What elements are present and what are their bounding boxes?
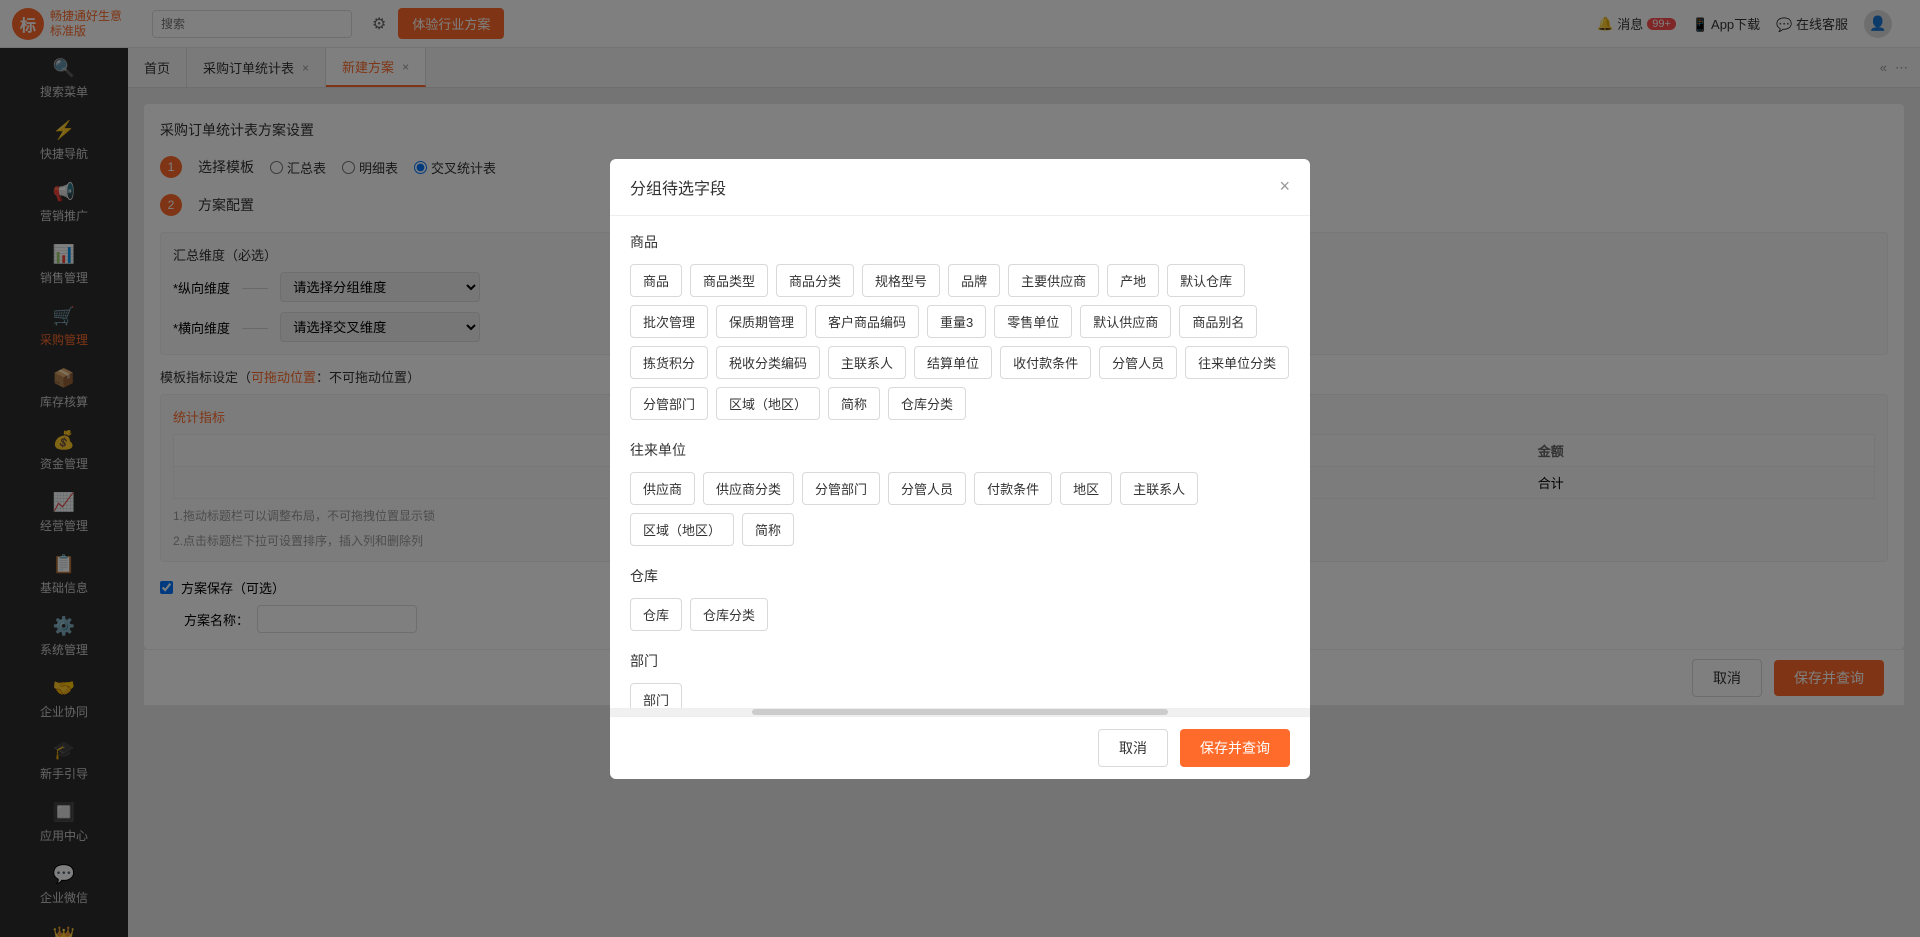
field-tag-goods-25[interactable]: 仓库分类 bbox=[888, 387, 966, 420]
modal-overlay[interactable]: 分组待选字段 × 商品 商品 商品类型 商品分类 规格型号 品牌 主要供应商 产… bbox=[0, 0, 1920, 937]
field-tag-warehouse-0[interactable]: 仓库 bbox=[630, 598, 682, 631]
field-tag-goods-17[interactable]: 主联系人 bbox=[828, 346, 906, 379]
field-tag-goods-5[interactable]: 主要供应商 bbox=[1008, 264, 1099, 297]
field-tag-partner-8[interactable]: 简称 bbox=[742, 513, 794, 546]
field-group-goods-title: 商品 bbox=[630, 232, 1290, 252]
field-tag-goods-2[interactable]: 商品分类 bbox=[776, 264, 854, 297]
field-tag-warehouse-1[interactable]: 仓库分类 bbox=[690, 598, 768, 631]
modal-scrollbar-h[interactable] bbox=[610, 708, 1310, 716]
modal-footer: 取消 保存并查询 bbox=[610, 716, 1310, 779]
modal-title: 分组待选字段 bbox=[630, 175, 726, 199]
field-tag-goods-3[interactable]: 规格型号 bbox=[862, 264, 940, 297]
field-tag-goods-9[interactable]: 保质期管理 bbox=[716, 305, 807, 338]
field-group-partner-title: 往来单位 bbox=[630, 440, 1290, 460]
field-tag-goods-19[interactable]: 收付款条件 bbox=[1000, 346, 1091, 379]
field-tags-dept: 部门 bbox=[630, 683, 1290, 708]
field-tags-partner: 供应商 供应商分类 分管部门 分管人员 付款条件 地区 主联系人 区域（地区） … bbox=[630, 472, 1290, 546]
field-tag-goods-13[interactable]: 默认供应商 bbox=[1080, 305, 1171, 338]
field-tags-goods: 商品 商品类型 商品分类 规格型号 品牌 主要供应商 产地 默认仓库 批次管理 … bbox=[630, 264, 1290, 420]
field-tag-goods-18[interactable]: 结算单位 bbox=[914, 346, 992, 379]
field-tag-goods-11[interactable]: 重量3 bbox=[927, 305, 986, 338]
field-group-warehouse-title: 仓库 bbox=[630, 566, 1290, 586]
field-tag-goods-12[interactable]: 零售单位 bbox=[994, 305, 1072, 338]
field-tag-goods-8[interactable]: 批次管理 bbox=[630, 305, 708, 338]
field-tag-goods-21[interactable]: 往来单位分类 bbox=[1185, 346, 1289, 379]
field-tag-partner-3[interactable]: 分管人员 bbox=[888, 472, 966, 505]
field-tag-dept-0[interactable]: 部门 bbox=[630, 683, 682, 708]
field-tag-partner-0[interactable]: 供应商 bbox=[630, 472, 695, 505]
modal: 分组待选字段 × 商品 商品 商品类型 商品分类 规格型号 品牌 主要供应商 产… bbox=[610, 159, 1310, 779]
field-tag-goods-24[interactable]: 简称 bbox=[828, 387, 880, 420]
field-tag-goods-4[interactable]: 品牌 bbox=[948, 264, 1000, 297]
field-tag-partner-2[interactable]: 分管部门 bbox=[802, 472, 880, 505]
field-tag-partner-4[interactable]: 付款条件 bbox=[974, 472, 1052, 505]
field-tag-partner-5[interactable]: 地区 bbox=[1060, 472, 1112, 505]
field-tag-goods-15[interactable]: 拣货积分 bbox=[630, 346, 708, 379]
modal-close-button[interactable]: × bbox=[1279, 176, 1290, 197]
field-tag-goods-20[interactable]: 分管人员 bbox=[1099, 346, 1177, 379]
field-group-dept: 部门 部门 bbox=[630, 651, 1290, 708]
field-tag-goods-0[interactable]: 商品 bbox=[630, 264, 682, 297]
field-group-partner: 往来单位 供应商 供应商分类 分管部门 分管人员 付款条件 地区 主联系人 区域… bbox=[630, 440, 1290, 546]
field-tag-goods-10[interactable]: 客户商品编码 bbox=[815, 305, 919, 338]
field-tag-partner-7[interactable]: 区域（地区） bbox=[630, 513, 734, 546]
field-tag-goods-16[interactable]: 税收分类编码 bbox=[716, 346, 820, 379]
modal-cancel-button[interactable]: 取消 bbox=[1098, 729, 1168, 767]
field-tag-partner-1[interactable]: 供应商分类 bbox=[703, 472, 794, 505]
modal-save-button[interactable]: 保存并查询 bbox=[1180, 729, 1290, 767]
field-group-warehouse: 仓库 仓库 仓库分类 bbox=[630, 566, 1290, 631]
modal-header: 分组待选字段 × bbox=[610, 159, 1310, 216]
field-tags-warehouse: 仓库 仓库分类 bbox=[630, 598, 1290, 631]
field-tag-goods-14[interactable]: 商品别名 bbox=[1179, 305, 1257, 338]
field-tag-goods-22[interactable]: 分管部门 bbox=[630, 387, 708, 420]
scrollbar-thumb-h bbox=[752, 709, 1167, 715]
field-group-dept-title: 部门 bbox=[630, 651, 1290, 671]
field-tag-goods-23[interactable]: 区域（地区） bbox=[716, 387, 820, 420]
field-group-goods: 商品 商品 商品类型 商品分类 规格型号 品牌 主要供应商 产地 默认仓库 批次… bbox=[630, 232, 1290, 420]
field-tag-goods-1[interactable]: 商品类型 bbox=[690, 264, 768, 297]
field-tag-partner-6[interactable]: 主联系人 bbox=[1120, 472, 1198, 505]
modal-body[interactable]: 商品 商品 商品类型 商品分类 规格型号 品牌 主要供应商 产地 默认仓库 批次… bbox=[610, 216, 1310, 708]
field-tag-goods-6[interactable]: 产地 bbox=[1107, 264, 1159, 297]
field-tag-goods-7[interactable]: 默认仓库 bbox=[1167, 264, 1245, 297]
